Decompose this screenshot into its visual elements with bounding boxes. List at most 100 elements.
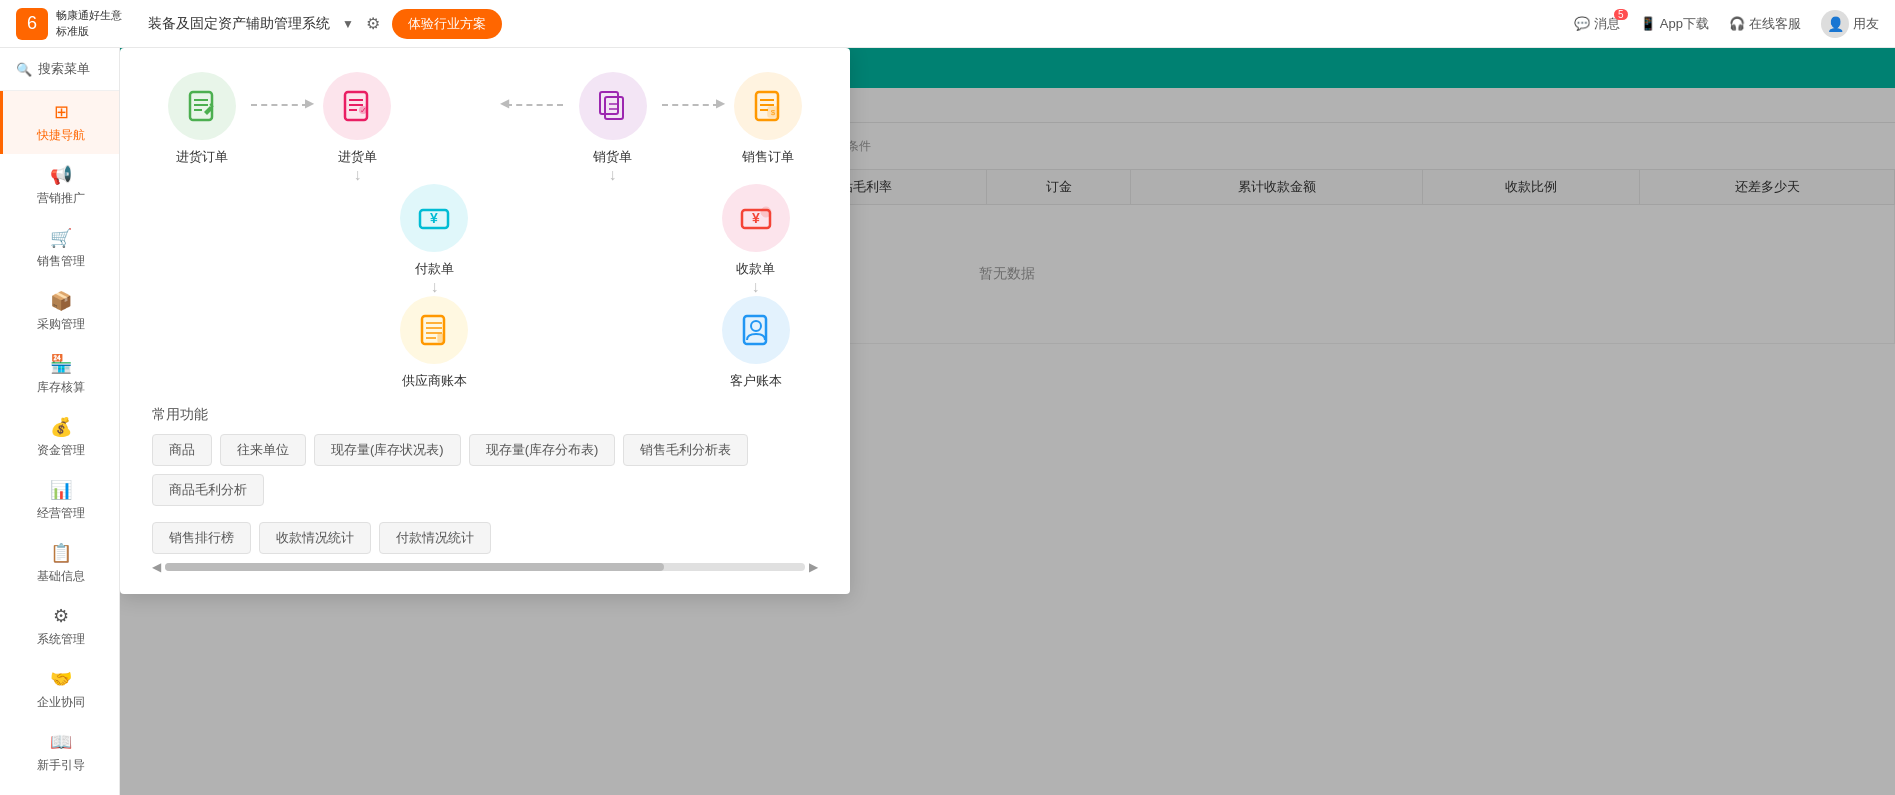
customer-account-circle[interactable] [722,296,790,364]
avatar: 👤 [1821,10,1849,38]
system-dropdown-btn[interactable]: ▼ [342,17,354,31]
flow-node-customer-account[interactable]: 客户账本 [693,296,818,390]
supplier-account-circle[interactable] [400,296,468,364]
sales-order-circle[interactable]: $ [734,72,802,140]
receipt-label: 收款单 [736,260,775,278]
func-btn-销售毛利分析表[interactable]: 销售毛利分析表 [623,434,748,466]
payment-circle[interactable]: ¥ [400,184,468,252]
func-btn-商品毛利分析[interactable]: 商品毛利分析 [152,474,264,506]
content-area: 首页 销售订单执行表 × ❓ 帮助 🖨 按模板打印 ▼ [120,48,1895,795]
flow-node-sales-order[interactable]: $ 销售订单 [719,72,818,166]
sidebar-icon-marketing: 📢 [50,164,72,186]
sidebar-item-basic-info[interactable]: 📋基础信息 [0,532,119,595]
purchase-bill-circle[interactable]: ✓ [323,72,391,140]
message-icon: 💬 [1574,16,1590,31]
arrow-3 [662,104,719,106]
payment-label: 付款单 [415,260,454,278]
flow-node-purchase-order[interactable]: 进货订单 [152,72,251,166]
sidebar-item-cooperation[interactable]: 🤝企业协同 [0,658,119,721]
sidebar-label-system: 系统管理 [37,631,85,648]
flow-node-purchase-bill[interactable]: ✓ 进货单 [308,72,407,166]
flow-node-receipt[interactable]: ¥ 收款单 [693,184,818,278]
func-btn-付款情况统计[interactable]: 付款情况统计 [379,522,491,554]
func-btn-销售排行榜[interactable]: 销售排行榜 [152,522,251,554]
sidebar-icon-basic-info: 📋 [50,542,72,564]
sidebar-item-purchase[interactable]: 📦采购管理 [0,280,119,343]
svg-text:¥: ¥ [752,210,760,226]
func-btn-收款情况统计[interactable]: 收款情况统计 [259,522,371,554]
svg-text:¥: ¥ [431,210,439,226]
scroll-left-btn[interactable]: ◀ [152,560,161,574]
purchase-order-circle[interactable] [168,72,236,140]
svg-point-32 [751,321,761,331]
func-btn-现存量库存状况表[interactable]: 现存量(库存状况表) [314,434,461,466]
sidebar-item-inventory[interactable]: 🏪库存核算 [0,343,119,406]
sidebar-item-system[interactable]: ⚙系统管理 [0,595,119,658]
purchase-bill-icon: ✓ [339,88,375,124]
logo-area: 6 畅康通好生意 标准版 [16,8,136,40]
sales-order-icon: $ [750,88,786,124]
receipt-circle[interactable]: ¥ [722,184,790,252]
flow-node-sales-bill[interactable]: 销货单 [563,72,662,166]
main-layout: 🔍 搜索菜单 ⊞快捷导航 📢 营销推广 🛒销售管理📦采购管理🏪库存核算 💰 资金管理 📊经营… [0,48,1895,795]
sidebar-icon-finance: 💰 [50,416,72,438]
flow-row-arrows2: ↓ ↓ [152,278,818,296]
sidebar-item-finance[interactable]: 💰 资金管理 [0,406,119,469]
svg-rect-30 [438,334,444,342]
app-download-label: App下载 [1660,15,1709,33]
scrollbar-row: ◀ ▶ [152,554,818,574]
search-menu-label: 搜索菜单 [38,60,90,78]
settings-gear-btn[interactable]: ⚙ [366,14,380,33]
user-area[interactable]: 👤 用友 [1821,10,1879,38]
sidebar-label-marketing: 营销推广 [37,190,85,207]
scroll-thumb [165,563,664,571]
logo-char: 6 [27,13,37,34]
flow-node-supplier-account[interactable]: 供应商账本 [372,296,497,390]
svg-rect-10 [600,92,618,114]
purchase-bill-label: 进货单 [338,148,377,166]
online-service-label: 在线客服 [1749,15,1801,33]
purchase-order-icon [184,88,220,124]
sidebar-item-operation[interactable]: 📊经营管理 [0,469,119,532]
popup-overlay[interactable]: 进货订单 [120,48,1895,795]
sidebar-item-sales[interactable]: 🛒销售管理 [0,217,119,280]
search-menu-btn[interactable]: 🔍 搜索菜单 [8,56,111,82]
sidebar-label-finance: 资金管理 [37,442,85,459]
sidebar-icon-operation: 📊 [50,479,72,501]
sidebar-icon-cooperation: 🤝 [50,668,72,690]
user-label: 用友 [1853,15,1879,33]
app-download-btn[interactable]: 📱 App下载 [1640,15,1709,33]
message-btn[interactable]: 💬 消息 5 [1574,15,1620,33]
sidebar-item-guide[interactable]: 📖新手引导 [0,721,119,784]
sidebar-icon-quick-nav: ⊞ [54,101,69,123]
sidebar: 🔍 搜索菜单 ⊞快捷导航 📢 营销推广 🛒销售管理📦采购管理🏪库存核算 💰 资金管理 📊经营… [0,48,120,795]
sales-order-label: 销售订单 [742,148,794,166]
svg-text:✓: ✓ [360,106,367,115]
svg-point-24 [761,207,771,217]
message-badge: 5 [1614,9,1628,20]
scroll-track[interactable] [165,563,805,571]
common-functions: 常用功能 商品往来单位现存量(库存状况表)现存量(库存分布表)销售毛利分析表商品… [152,406,818,554]
online-service-btn[interactable]: 🎧 在线客服 [1729,15,1801,33]
sidebar-icon-sales: 🛒 [50,227,72,249]
sales-bill-circle[interactable] [579,72,647,140]
down-arrow-receipt: ↓ [563,166,662,184]
logo-text: 畅康通好生意 标准版 [56,8,122,39]
trial-btn[interactable]: 体验行业方案 [392,9,502,39]
supplier-account-icon [416,312,452,348]
flow-row-3: 供应商账本 客户账本 [152,296,818,390]
sidebar-item-marketing[interactable]: 📢 营销推广 [0,154,119,217]
flow-diagram: 进货订单 [152,72,818,390]
svg-text:$: $ [771,108,776,117]
scroll-right-btn[interactable]: ▶ [809,560,818,574]
customer-account-label: 客户账本 [730,372,782,390]
func-btn-商品[interactable]: 商品 [152,434,212,466]
sidebar-item-quick-nav[interactable]: ⊞快捷导航 [0,91,119,154]
receipt-icon: ¥ [738,200,774,236]
sidebar-nav: ⊞快捷导航 📢 营销推广 🛒销售管理📦采购管理🏪库存核算 💰 资金管理 📊经营管理📋基础信息… [0,91,119,795]
func-btn-往来单位[interactable]: 往来单位 [220,434,306,466]
popup-dialog: 进货订单 [120,48,850,594]
system-title: 装备及固定资产辅助管理系统 [148,15,330,33]
func-btn-现存量库存分布表[interactable]: 现存量(库存分布表) [469,434,616,466]
flow-node-payment[interactable]: ¥ 付款单 [372,184,497,278]
